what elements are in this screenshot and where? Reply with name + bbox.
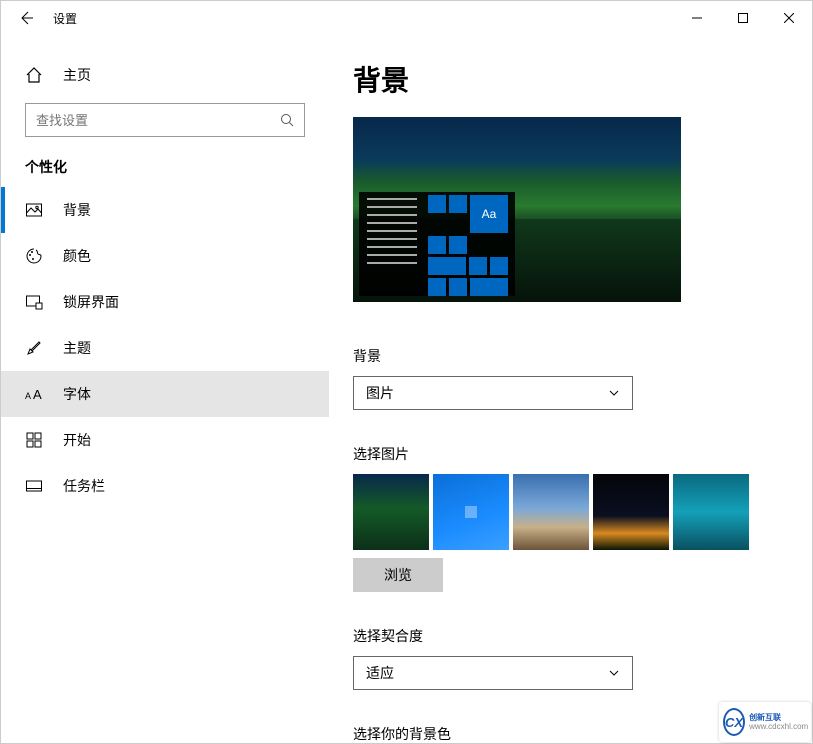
sidebar-item-lockscreen[interactable]: 锁屏界面 — [1, 279, 329, 325]
watermark-logo: CX — [723, 708, 745, 736]
settings-window: 设置 主页 个性化 — [0, 0, 813, 744]
sidebar-item-themes[interactable]: 主题 — [1, 325, 329, 371]
picture-thumb-3[interactable] — [513, 474, 589, 550]
window-title: 设置 — [53, 10, 77, 27]
arrow-left-icon — [18, 10, 34, 26]
watermark-text: 创新互联 — [749, 713, 808, 722]
watermark-sub: www.cdcxhl.com — [749, 722, 808, 731]
titlebar: 设置 — [1, 1, 812, 35]
sidebar-item-label: 任务栏 — [63, 476, 105, 496]
picture-thumb-5[interactable] — [673, 474, 749, 550]
window-body: 主页 个性化 背景 颜色 锁屏界面 — [1, 35, 812, 743]
maximize-button[interactable] — [720, 1, 766, 35]
sidebar-item-label: 背景 — [63, 200, 91, 220]
start-icon — [25, 431, 43, 449]
close-button[interactable] — [766, 1, 812, 35]
close-icon — [784, 13, 794, 23]
fit-select[interactable]: 适应 — [353, 656, 633, 690]
sidebar-item-taskbar[interactable]: 任务栏 — [1, 463, 329, 509]
picture-thumb-1[interactable] — [353, 474, 429, 550]
taskbar-icon — [25, 477, 43, 495]
choose-picture-label: 选择图片 — [353, 444, 812, 464]
preview-start-list — [359, 192, 425, 296]
back-button[interactable] — [9, 1, 43, 35]
sidebar-item-background[interactable]: 背景 — [1, 187, 329, 233]
svg-text:A: A — [25, 391, 31, 401]
picture-thumbnails — [353, 474, 812, 550]
sidebar-section-title: 个性化 — [1, 137, 329, 187]
sidebar-item-label: 主题 — [63, 338, 91, 358]
select-value: 图片 — [366, 383, 394, 403]
sidebar-item-label: 颜色 — [63, 246, 91, 266]
preview-sample-tile: Aa — [470, 195, 508, 233]
sidebar-item-label: 开始 — [63, 430, 91, 450]
palette-icon — [25, 247, 43, 265]
nav-list: 背景 颜色 锁屏界面 主题 AA 字体 — [1, 187, 329, 509]
sidebar: 主页 个性化 背景 颜色 锁屏界面 — [1, 35, 329, 743]
chevron-down-icon — [608, 667, 620, 679]
svg-text:A: A — [33, 387, 42, 402]
chevron-down-icon — [608, 387, 620, 399]
image-icon — [25, 201, 43, 219]
page-title: 背景 — [353, 59, 812, 99]
minimize-icon — [692, 13, 702, 23]
sidebar-item-fonts[interactable]: AA 字体 — [1, 371, 329, 417]
home-link[interactable]: 主页 — [1, 55, 329, 95]
background-type-select[interactable]: 图片 — [353, 376, 633, 410]
search-input[interactable] — [36, 113, 280, 128]
sidebar-item-start[interactable]: 开始 — [1, 417, 329, 463]
brush-icon — [25, 339, 43, 357]
home-icon — [25, 66, 43, 84]
picture-thumb-4[interactable] — [593, 474, 669, 550]
watermark: CX 创新互联 www.cdcxhl.com — [719, 702, 811, 742]
desktop-preview: Aa — [353, 117, 681, 302]
background-label: 背景 — [353, 346, 812, 366]
content-panel: 背景 Aa 背景 图片 — [329, 35, 812, 743]
font-icon: AA — [25, 385, 43, 403]
browse-button[interactable]: 浏览 — [353, 558, 443, 592]
minimize-button[interactable] — [674, 1, 720, 35]
preview-tiles: Aa — [425, 192, 515, 296]
search-wrap — [1, 103, 329, 137]
sidebar-item-label: 锁屏界面 — [63, 292, 119, 312]
preview-start-panel: Aa — [359, 192, 515, 296]
maximize-icon — [738, 13, 748, 23]
search-icon — [280, 113, 294, 127]
sidebar-item-colors[interactable]: 颜色 — [1, 233, 329, 279]
search-box[interactable] — [25, 103, 305, 137]
lockscreen-icon — [25, 293, 43, 311]
fit-label: 选择契合度 — [353, 626, 812, 646]
select-value: 适应 — [366, 663, 394, 683]
home-label: 主页 — [63, 65, 91, 85]
sidebar-item-label: 字体 — [63, 384, 91, 404]
picture-thumb-2[interactable] — [433, 474, 509, 550]
